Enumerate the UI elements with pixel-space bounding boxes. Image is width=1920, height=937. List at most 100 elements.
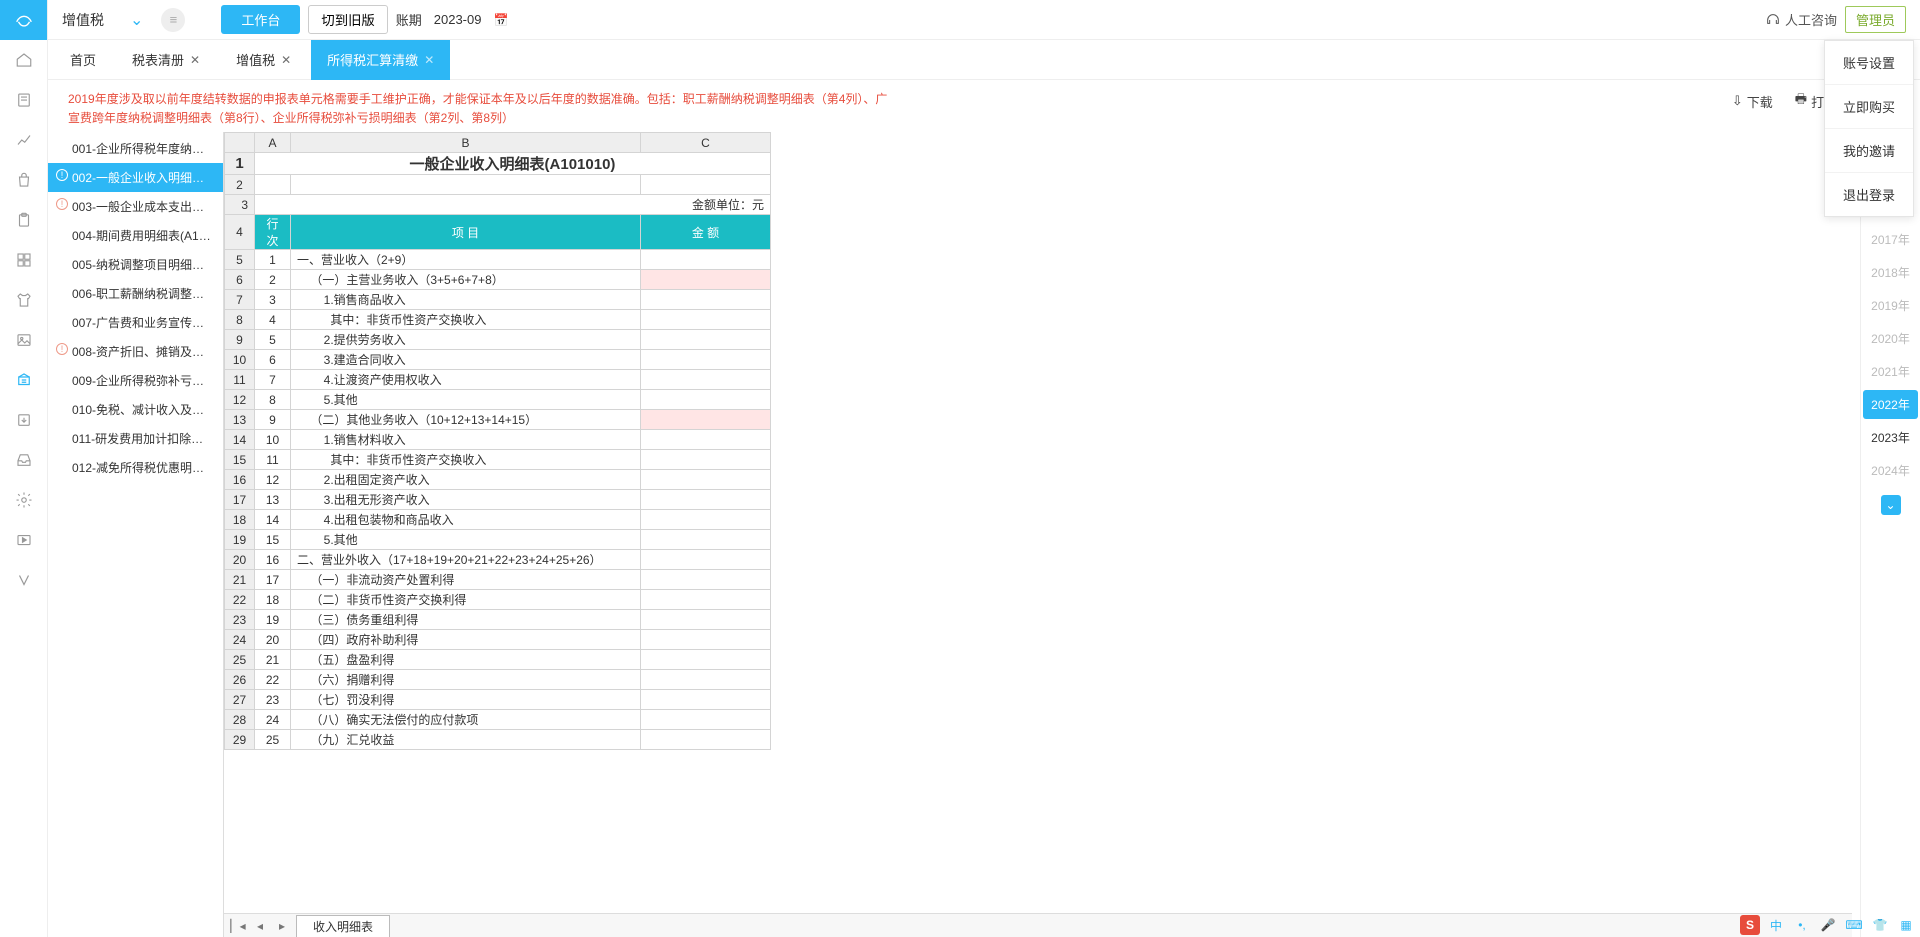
period-value[interactable]: 2023-09 [434,12,482,27]
col-header[interactable] [225,133,255,153]
chevron-down-icon[interactable]: ⌄ [120,10,153,30]
row-header[interactable]: 15 [225,450,255,470]
spreadsheet-grid[interactable]: ABC1一般企业收入明细表(A101010)23金额单位：元4行次项 目金 额5… [224,132,1852,913]
row-header[interactable]: 8 [225,310,255,330]
rail-video-icon[interactable] [0,520,47,560]
ime-shirt-icon[interactable]: 👕 [1870,915,1890,935]
year-item[interactable]: 2021年 [1863,357,1918,386]
form-list-item[interactable]: !003-一般企业成本支出明细… [48,192,223,221]
form-list-item[interactable]: !008-资产折旧、摊销及纳税… [48,337,223,366]
row-header[interactable]: 14 [225,430,255,450]
cell-amount[interactable] [641,710,771,730]
rail-export-icon[interactable] [0,400,47,440]
row-header[interactable]: 5 [225,250,255,270]
tab-税表清册[interactable]: 税表清册✕ [116,40,216,80]
cell-amount[interactable] [641,570,771,590]
cell-amount[interactable] [641,250,771,270]
form-list-item[interactable]: !002-一般企业收入明细表(A1… [48,163,223,192]
admin-button[interactable]: 管理员 [1845,6,1906,33]
user-menu-item[interactable]: 账号设置 [1825,41,1913,84]
cell-amount[interactable] [641,330,771,350]
cell-amount[interactable] [641,650,771,670]
year-item[interactable]: 2018年 [1863,258,1918,287]
cell-amount[interactable] [641,290,771,310]
ime-grid-icon[interactable]: ▦ [1896,915,1916,935]
sheet-nav-first-icon[interactable]: ▏◂ [230,919,246,933]
form-list-item[interactable]: 011-研发费用加计扣除优惠… [48,424,223,453]
cell-amount[interactable] [641,610,771,630]
cell-amount[interactable] [641,490,771,510]
year-item[interactable]: 2019年 [1863,291,1918,320]
row-header[interactable]: 28 [225,710,255,730]
row-header[interactable]: 29 [225,730,255,750]
cell-amount[interactable] [641,510,771,530]
workbench-button[interactable]: 工作台 [221,5,300,34]
col-header[interactable]: B [291,133,641,153]
form-list-item[interactable]: 004-期间费用明细表(A1040… [48,221,223,250]
cell-amount[interactable] [641,470,771,490]
row-header[interactable]: 26 [225,670,255,690]
form-list-item[interactable]: 005-纳税调整项目明细表(A1… [48,250,223,279]
row-header[interactable]: 18 [225,510,255,530]
year-more-icon[interactable]: ⌄ [1881,495,1901,515]
form-list-item[interactable]: 010-免税、减计收入及加计… [48,395,223,424]
cell-amount[interactable] [641,730,771,750]
ime-mic-icon[interactable]: 🎤 [1818,915,1838,935]
col-header[interactable]: C [641,133,771,153]
row-header[interactable]: 19 [225,530,255,550]
cell-amount[interactable] [641,310,771,330]
form-list-item[interactable]: 001-企业所得税年度纳税申… [48,134,223,163]
rail-doc-icon[interactable] [0,80,47,120]
tab-首页[interactable]: 首页 [54,40,112,80]
row-header[interactable]: 23 [225,610,255,630]
rail-gear-icon[interactable] [0,480,47,520]
row-header[interactable]: 24 [225,630,255,650]
human-consult-button[interactable]: 人工咨询 [1765,10,1837,29]
row-header[interactable]: 21 [225,570,255,590]
year-item[interactable]: 2022年 [1863,390,1918,419]
year-item[interactable]: 2017年 [1863,225,1918,254]
year-item[interactable]: 2020年 [1863,324,1918,353]
cell-amount[interactable] [641,270,771,290]
cell-amount[interactable] [641,390,771,410]
ime-punct-icon[interactable]: •, [1792,915,1812,935]
cell-amount[interactable] [641,410,771,430]
row-header[interactable]: 1 [225,153,255,175]
cell-amount[interactable] [641,690,771,710]
year-item[interactable]: 2023年 [1863,423,1918,452]
rail-image-icon[interactable] [0,320,47,360]
row-header[interactable]: 9 [225,330,255,350]
sheet-nav-prev-icon[interactable]: ◂ [252,919,268,933]
row-header[interactable]: 7 [225,290,255,310]
form-list-item[interactable]: 012-减免所得税优惠明细表(… [48,453,223,482]
cell-amount[interactable] [641,370,771,390]
rail-home-icon[interactable] [0,40,47,80]
ime-sogou-icon[interactable]: S [1740,915,1760,935]
rail-inbox-icon[interactable] [0,440,47,480]
ime-lang-icon[interactable]: 中 [1766,915,1786,935]
sheet-tab[interactable]: 收入明细表 [296,915,390,937]
user-menu-item[interactable]: 我的邀请 [1825,128,1913,172]
row-header[interactable]: 3 [225,195,255,215]
rail-tax-icon[interactable] [0,360,47,400]
year-item[interactable]: 2024年 [1863,456,1918,485]
close-icon[interactable]: ✕ [190,53,200,67]
rail-chart-icon[interactable] [0,120,47,160]
row-header[interactable]: 6 [225,270,255,290]
rail-clipboard-icon[interactable] [0,200,47,240]
close-icon[interactable]: ✕ [281,53,291,67]
form-list-item[interactable]: 009-企业所得税弥补亏损明… [48,366,223,395]
ime-keyboard-icon[interactable]: ⌨ [1844,915,1864,935]
rail-tshirt-icon[interactable] [0,280,47,320]
header-circle-icon[interactable]: ≡ [161,8,185,32]
cell-amount[interactable] [641,530,771,550]
row-header[interactable]: 16 [225,470,255,490]
row-header[interactable]: 25 [225,650,255,670]
close-icon[interactable]: ✕ [424,53,434,67]
sheet-nav-next-icon[interactable]: ▸ [274,919,290,933]
rail-bag-icon[interactable] [0,160,47,200]
cell-amount[interactable] [641,630,771,650]
cell-amount[interactable] [641,450,771,470]
row-header[interactable]: 22 [225,590,255,610]
rail-grid-icon[interactable] [0,240,47,280]
